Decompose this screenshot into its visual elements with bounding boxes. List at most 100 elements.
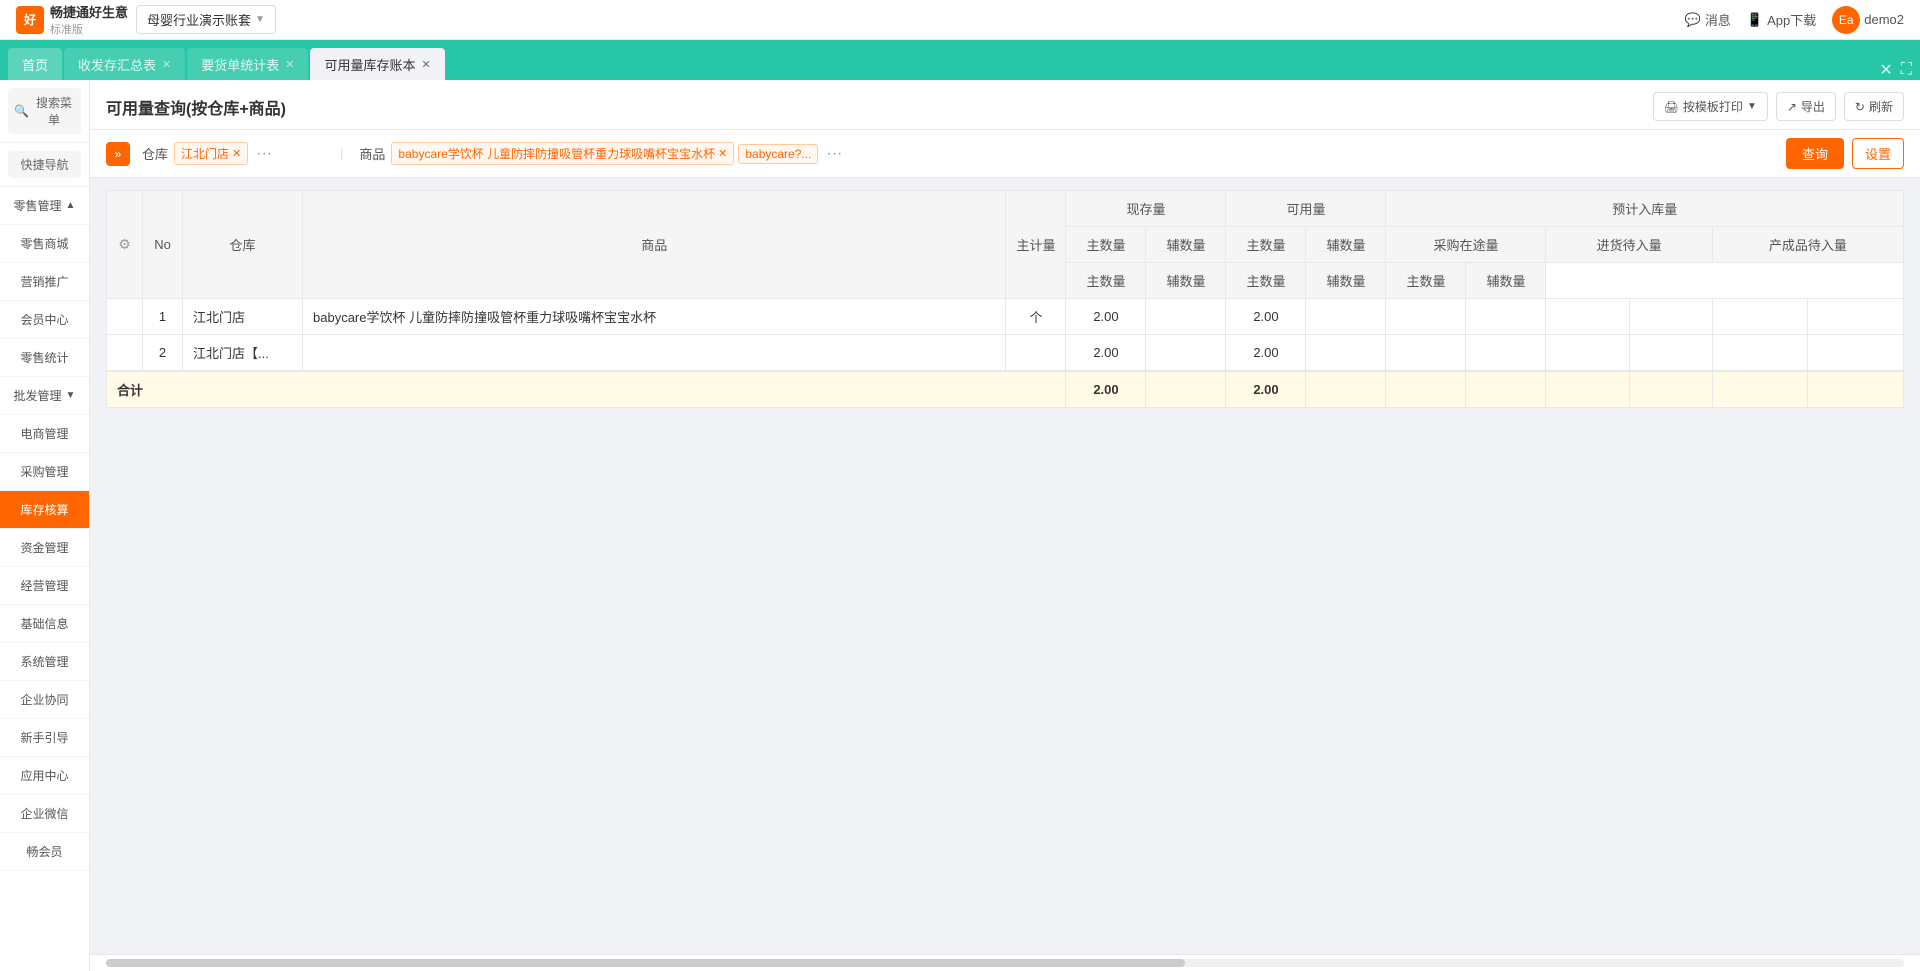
content-area: 可用量查询(按仓库+商品) 🖨 按模板打印 ▼ ↗ 导出 ↻ 刷新 (90, 80, 1920, 971)
export-label: 导出 (1801, 98, 1825, 115)
sidebar-item-member[interactable]: 会员中心 (0, 301, 89, 339)
sidebar-item-basic-info[interactable]: 基础信息 (0, 605, 89, 643)
print-button[interactable]: 🖨 按模板打印 ▼ (1653, 92, 1768, 121)
row-purchase-main (1386, 335, 1466, 372)
app-download-button[interactable]: 📱 App下载 (1747, 10, 1816, 29)
refresh-label: 刷新 (1869, 98, 1893, 115)
row-avail-aux (1306, 299, 1386, 335)
product-filter-ellipsis[interactable]: ··· (822, 145, 846, 163)
filter-bar: » 仓库 江北门店 ✕ ··· | 商品 babycare学饮杯 儿童防摔防撞吸… (90, 130, 1920, 178)
col-production-label: 产成品待入量 (1769, 238, 1847, 253)
sidebar-item-marketing[interactable]: 营销推广 (0, 263, 89, 301)
row-stock-main: 2.00 (1066, 335, 1146, 372)
product-tag-text-1: babycare?... (745, 147, 811, 161)
tab-close-all-icon[interactable]: ✕ (1879, 60, 1892, 80)
sidebar-item-wholesale[interactable]: 批发管理 ▼ (0, 377, 89, 415)
row-inbound-aux (1629, 335, 1712, 372)
sidebar-item-operations[interactable]: 经营管理 (0, 567, 89, 605)
row-purchase-aux (1466, 335, 1546, 372)
message-icon: 💬 (1685, 12, 1701, 28)
total-label: 合计 (107, 371, 1066, 408)
warehouse-tag-close-icon[interactable]: ✕ (232, 147, 241, 160)
table-container[interactable]: ⚙ No 仓库 商品 主计量 (90, 178, 1920, 954)
query-button[interactable]: 查询 (1786, 138, 1844, 169)
sidebar-item-vip[interactable]: 畅会员 (0, 833, 89, 871)
export-button[interactable]: ↗ 导出 (1776, 92, 1836, 121)
sidebar-item-enterprise-wx-label: 企业微信 (20, 805, 68, 822)
quick-nav-button[interactable]: 快捷导航 (8, 151, 81, 178)
product-filter-tags: babycare学饮杯 儿童防摔防撞吸管杯重力球吸嘴杯宝宝水杯 ✕ babyca… (391, 142, 791, 165)
app-download-label: App下载 (1767, 10, 1816, 29)
sidebar-item-retail-mall[interactable]: 零售商城 (0, 225, 89, 263)
row-production-aux (1808, 335, 1904, 372)
col-warehouse-label: 仓库 (229, 238, 255, 253)
sidebar-item-app-center[interactable]: 应用中心 (0, 757, 89, 795)
product-tag-close-0-icon[interactable]: ✕ (718, 147, 727, 160)
row-settings (107, 299, 143, 335)
tab-available-close-icon[interactable]: ✕ (422, 58, 431, 71)
sidebar-item-retail-mgmt[interactable]: 零售管理 ▲ (0, 187, 89, 225)
filter-expand-button[interactable]: » (106, 142, 130, 166)
user-profile[interactable]: Ea demo2 (1832, 6, 1904, 34)
tab-home[interactable]: 首页 (8, 48, 62, 80)
export-icon: ↗ (1787, 100, 1797, 114)
tab-orders[interactable]: 要货单统计表 ✕ (187, 48, 308, 80)
sidebar-item-newbie[interactable]: 新手引导 (0, 719, 89, 757)
sidebar-item-finance[interactable]: 资金管理 (0, 529, 89, 567)
sidebar-item-enterprise-wx[interactable]: 企业微信 (0, 795, 89, 833)
settings-button[interactable]: 设置 (1852, 138, 1904, 169)
page-title: 可用量查询(按仓库+商品) (106, 95, 286, 119)
user-avatar: Ea (1832, 6, 1860, 34)
sidebar: 🔍 搜索菜单 快捷导航 零售管理 ▲ 零售商城 营销推广 会员中心 零售统计 批… (0, 80, 90, 971)
total-avail-aux (1306, 371, 1386, 408)
sidebar-item-enterprise[interactable]: 企业协同 (0, 681, 89, 719)
sidebar-item-purchase[interactable]: 采购管理 (0, 453, 89, 491)
row-stock-aux (1146, 335, 1226, 372)
warehouse-filter-ellipsis[interactable]: ··· (252, 145, 276, 163)
col-header-purchase-main: 主数量 (1066, 263, 1146, 299)
print-arrow-icon: ▼ (1747, 101, 1757, 112)
row-stock-main: 2.00 (1066, 299, 1146, 335)
total-row: 合计 2.00 2.00 (107, 371, 1904, 408)
sidebar-item-wholesale-label: 批发管理 (14, 387, 62, 404)
product-filter-label: 商品 (359, 144, 385, 163)
tab-orders-close-icon[interactable]: ✕ (285, 58, 294, 71)
col-no-label: No (154, 237, 171, 252)
industry-selector[interactable]: 母婴行业演示账套 ▼ (136, 5, 276, 34)
sidebar-item-operations-label: 经营管理 (20, 577, 68, 594)
table-footer (90, 954, 1920, 971)
col-header-production-main: 主数量 (1386, 263, 1466, 299)
sidebar-item-ecommerce-label: 电商管理 (20, 425, 68, 442)
search-menu-button[interactable]: 🔍 搜索菜单 (8, 88, 81, 134)
sidebar-item-retail-mall-label: 零售商城 (20, 235, 68, 252)
sidebar-item-ecommerce[interactable]: 电商管理 (0, 415, 89, 453)
col-unit-label: 主计量 (1016, 238, 1055, 253)
sidebar-item-inventory[interactable]: 库存核算 (0, 491, 89, 529)
tab-receipts-close-icon[interactable]: ✕ (162, 58, 171, 71)
sidebar-item-system[interactable]: 系统管理 (0, 643, 89, 681)
col-header-unit: 主计量 (1006, 191, 1066, 299)
horizontal-scrollbar[interactable] (106, 959, 1904, 967)
total-inbound-aux (1629, 371, 1712, 408)
warehouse-filter-group: 仓库 江北门店 ✕ ··· (142, 142, 324, 165)
sidebar-item-member-label: 会员中心 (20, 311, 68, 328)
top-bar-right: 💬 消息 📱 App下载 Ea demo2 (1685, 6, 1904, 34)
quick-nav-label: 快捷导航 (20, 158, 68, 172)
col-header-production-aux: 辅数量 (1466, 263, 1546, 299)
row-inbound-main (1546, 335, 1629, 372)
refresh-button[interactable]: ↻ 刷新 (1844, 92, 1904, 121)
version-tag: 标准版 (50, 21, 128, 37)
industry-arrow-icon: ▼ (255, 14, 265, 25)
col-stock-group-label: 现存量 (1126, 202, 1165, 217)
row-inbound-aux (1629, 299, 1712, 335)
col-settings-gear-icon[interactable]: ⚙ (118, 236, 131, 252)
tab-available[interactable]: 可用量库存账本 ✕ (310, 48, 444, 80)
col-header-inbound-aux: 辅数量 (1306, 263, 1386, 299)
messages-button[interactable]: 💬 消息 (1685, 10, 1731, 29)
tab-fullscreen-icon[interactable]: ⛶ (1901, 61, 1912, 79)
col-header-stock-main: 主数量 (1066, 227, 1146, 263)
tab-receipts[interactable]: 收发存汇总表 ✕ (64, 48, 185, 80)
row-no: 2 (143, 335, 183, 372)
expand-icon: » (115, 147, 122, 161)
sidebar-item-retail-stats[interactable]: 零售统计 (0, 339, 89, 377)
